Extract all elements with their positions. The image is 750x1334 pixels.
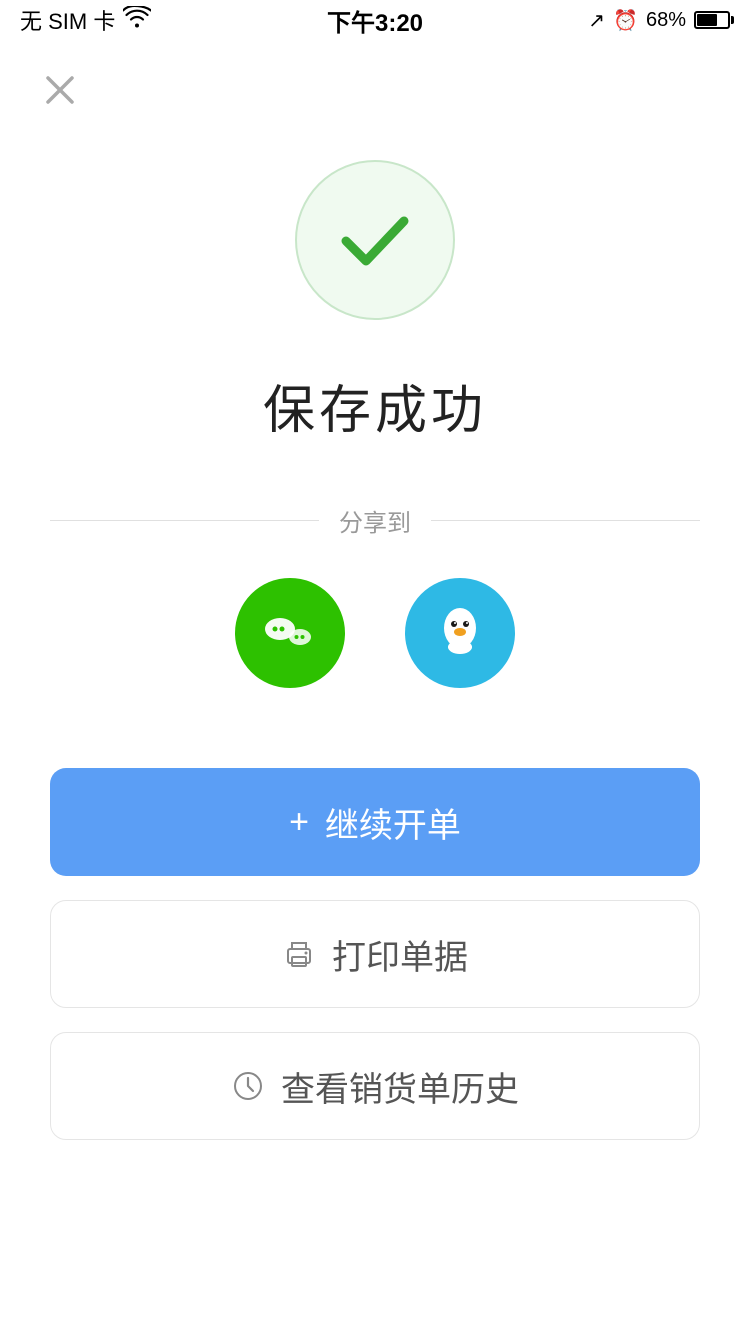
close-button[interactable] [30,60,90,120]
divider-right [431,520,700,521]
history-button[interactable]: 查看销货单历史 [50,1032,700,1140]
battery-percent: 68% [646,9,686,32]
print-button[interactable]: 打印单据 [50,900,700,1008]
print-icon [282,937,316,971]
main-content: 保存成功 分享到 [0,140,750,1334]
share-section: 分享到 [50,503,700,688]
status-bar: 无 SIM 卡 下午3:20 ↗ ⏰ 68% [0,0,750,40]
location-icon: ↗ [588,8,605,33]
history-label: 查看销货单历史 [281,1062,519,1111]
print-label: 打印单据 [332,930,468,979]
continue-order-button[interactable]: + 继续开单 [50,768,700,876]
wifi-icon [123,6,151,34]
divider-left [50,520,319,521]
checkmark-icon [330,195,420,285]
wechat-share-button[interactable] [235,578,345,688]
share-icons [50,578,700,688]
wechat-icon [258,601,322,665]
status-right: ↗ ⏰ 68% [588,8,730,33]
plus-icon: + [289,803,309,842]
alarm-icon: ⏰ [613,8,638,33]
clock-icon [231,1069,265,1103]
continue-order-label: 继续开单 [325,798,461,847]
status-time: 下午3:20 [327,3,423,38]
qq-icon [429,600,491,666]
success-title: 保存成功 [263,368,487,443]
action-buttons: + 继续开单 打印单据 查看销货单历史 [50,768,700,1140]
share-label: 分享到 [339,503,411,538]
close-icon [42,72,78,108]
success-circle [295,160,455,320]
status-left: 无 SIM 卡 [20,4,151,36]
no-sim-text: 无 SIM 卡 [20,4,115,36]
battery-icon [694,11,730,29]
share-divider: 分享到 [50,503,700,538]
qq-share-button[interactable] [405,578,515,688]
